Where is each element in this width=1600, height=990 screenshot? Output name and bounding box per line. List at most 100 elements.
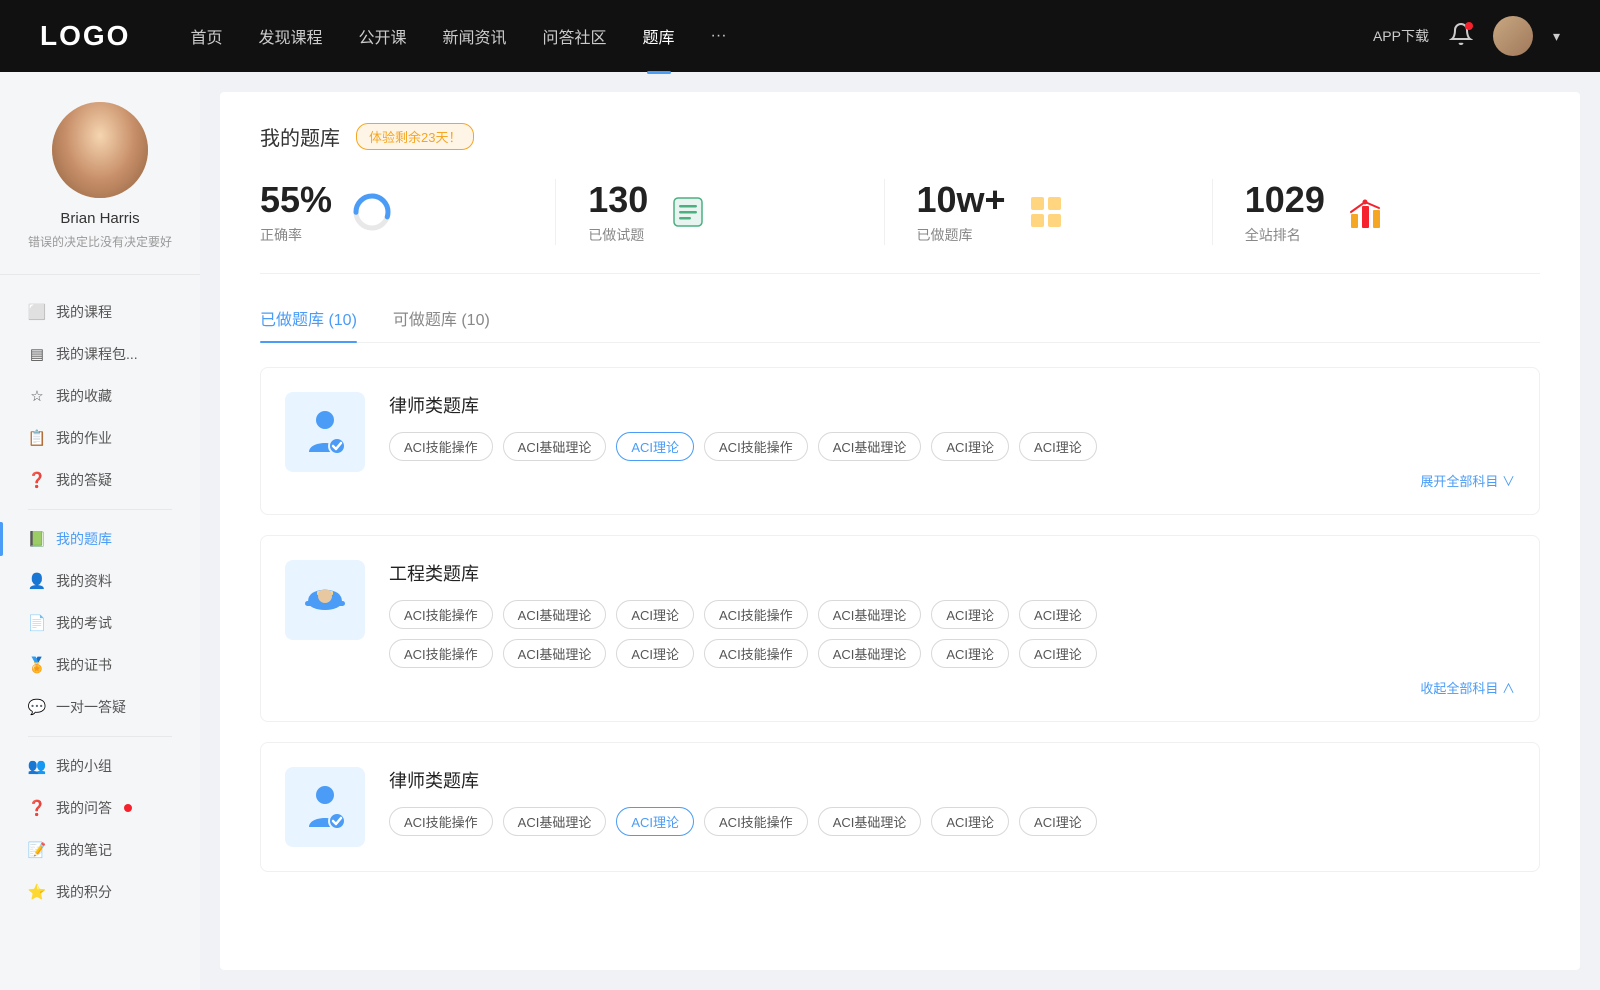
qbank-tag[interactable]: ACI技能操作: [389, 600, 493, 629]
sidebar-item-label: 我的笔记: [56, 840, 112, 860]
stat-banks-value: 10w+: [917, 179, 1006, 221]
sidebar-item-quiz-bank[interactable]: 📗 我的题库: [0, 518, 200, 560]
qbank-expand-lawyer-1[interactable]: 展开全部科目 ∨: [389, 471, 1515, 490]
qbank-tags-lawyer-1: ACI技能操作 ACI基础理论 ACI理论 ACI技能操作 ACI基础理论 AC…: [389, 432, 1515, 461]
sidebar-item-my-points[interactable]: ⭐ 我的积分: [0, 871, 200, 913]
trial-badge: 体验剩余23天！: [356, 123, 474, 150]
qbank-icon-lawyer-1: [285, 392, 365, 472]
qbank-collapse-engineer[interactable]: 收起全部科目 ∧: [389, 678, 1515, 697]
qbank-tag[interactable]: ACI技能操作: [389, 639, 493, 668]
qbank-tag[interactable]: ACI基础理论: [503, 639, 607, 668]
qbank-tag[interactable]: ACI基础理论: [818, 807, 922, 836]
sidebar-divider-2: [28, 736, 172, 737]
sidebar-item-label: 我的证书: [56, 655, 112, 675]
qbank-tag[interactable]: ACI理论: [931, 639, 1009, 668]
sidebar-item-certificate[interactable]: 🏅 我的证书: [0, 644, 200, 686]
stat-accuracy: 55% 正确率: [260, 179, 556, 245]
user-menu-chevron[interactable]: ▾: [1553, 28, 1560, 45]
sidebar-item-favorites[interactable]: ☆ 我的收藏: [0, 375, 200, 417]
sidebar-item-exam[interactable]: 📄 我的考试: [0, 602, 200, 644]
sidebar-item-my-profile[interactable]: 👤 我的资料: [0, 560, 200, 602]
app-download-button[interactable]: APP下载: [1373, 26, 1429, 46]
sidebar-item-one-on-one[interactable]: 💬 一对一答疑: [0, 686, 200, 728]
page-header: 我的题库 体验剩余23天！: [260, 122, 1540, 151]
qbank-tag[interactable]: ACI基础理论: [503, 807, 607, 836]
stat-accuracy-value: 55%: [260, 179, 332, 221]
sidebar-item-my-questions[interactable]: ❓ 我的问答: [0, 787, 200, 829]
qbank-tag[interactable]: ACI基础理论: [503, 600, 607, 629]
qbank-tag[interactable]: ACI理论: [931, 600, 1009, 629]
qbank-tag[interactable]: ACI理论: [616, 639, 694, 668]
sidebar-item-label: 我的作业: [56, 428, 112, 448]
stat-banks-label: 已做题库: [917, 225, 1006, 245]
user-avatar[interactable]: [1493, 16, 1533, 56]
nav-open-course[interactable]: 公开课: [358, 24, 406, 48]
qbank-tag[interactable]: ACI技能操作: [389, 807, 493, 836]
nav-discover[interactable]: 发现课程: [258, 24, 322, 48]
sidebar-item-my-courses[interactable]: ⬜ 我的课程: [0, 291, 200, 333]
stat-banks-icon: [1022, 188, 1070, 236]
nav-home[interactable]: 首页: [190, 24, 222, 48]
qbank-card-lawyer-1: 律师类题库 ACI技能操作 ACI基础理论 ACI理论 ACI技能操作 ACI基…: [260, 367, 1540, 515]
qbank-tag[interactable]: ACI理论: [1019, 639, 1097, 668]
nav-qa[interactable]: 问答社区: [543, 24, 607, 48]
qbank-body-lawyer-2: 律师类题库 ACI技能操作 ACI基础理论 ACI理论 ACI技能操作 ACI基…: [389, 767, 1515, 846]
qbank-tag[interactable]: ACI理论: [1019, 807, 1097, 836]
courses-icon: ⬜: [28, 303, 46, 321]
sidebar-item-label: 我的题库: [56, 529, 112, 549]
sidebar-item-label: 我的收藏: [56, 386, 112, 406]
qbank-tags-engineer-row1: ACI技能操作 ACI基础理论 ACI理论 ACI技能操作 ACI基础理论 AC…: [389, 600, 1515, 629]
sidebar-item-label: 我的课程: [56, 302, 112, 322]
nav-news[interactable]: 新闻资讯: [443, 24, 507, 48]
notification-dot: [1465, 22, 1473, 30]
qbank-title-lawyer-2: 律师类题库: [389, 767, 1515, 793]
tab-done-banks[interactable]: 已做题库 (10): [260, 306, 357, 342]
qbank-tag[interactable]: ACI理论: [931, 432, 1009, 461]
qbank-tag[interactable]: ACI技能操作: [704, 807, 808, 836]
sidebar-item-course-package[interactable]: ▤ 我的课程包...: [0, 333, 200, 375]
star-icon: ☆: [28, 387, 46, 405]
qbank-tag[interactable]: ACI理论: [1019, 600, 1097, 629]
qbank-tag[interactable]: ACI技能操作: [704, 432, 808, 461]
stat-banks-done: 10w+ 已做题库: [885, 179, 1213, 245]
nav-more[interactable]: ···: [711, 27, 727, 45]
sidebar: Brian Harris 错误的决定比没有决定要好 ⬜ 我的课程 ▤ 我的课程包…: [0, 72, 200, 990]
qbank-tag-active[interactable]: ACI理论: [616, 807, 694, 836]
stat-rank-value-wrap: 1029 全站排名: [1245, 179, 1325, 245]
stat-rank-label: 全站排名: [1245, 225, 1325, 245]
qbank-tag[interactable]: ACI基础理论: [818, 432, 922, 461]
sidebar-item-qa[interactable]: ❓ 我的答疑: [0, 459, 200, 501]
page-title: 我的题库: [260, 122, 340, 151]
sidebar-item-my-group[interactable]: 👥 我的小组: [0, 745, 200, 787]
stat-questions-value: 130: [588, 179, 648, 221]
stat-questions-done: 130 已做试题: [556, 179, 884, 245]
stat-accuracy-icon: [348, 188, 396, 236]
quiz-bank-icon: 📗: [28, 530, 46, 548]
qbank-tag[interactable]: ACI技能操作: [704, 639, 808, 668]
nav-quiz[interactable]: 题库: [643, 24, 675, 48]
qbank-tag[interactable]: ACI基础理论: [818, 639, 922, 668]
stat-banks-value-wrap: 10w+ 已做题库: [917, 179, 1006, 245]
stat-rank-value: 1029: [1245, 179, 1325, 221]
navbar-right: APP下载 ▾: [1373, 16, 1560, 56]
stat-questions-label: 已做试题: [588, 225, 648, 245]
qbank-tag-active[interactable]: ACI理论: [616, 432, 694, 461]
qbank-tag[interactable]: ACI技能操作: [704, 600, 808, 629]
qbank-icon-engineer: [285, 560, 365, 640]
sidebar-item-label: 我的资料: [56, 571, 112, 591]
qbank-tag[interactable]: ACI理论: [931, 807, 1009, 836]
qbank-tag[interactable]: ACI理论: [1019, 432, 1097, 461]
sidebar-item-homework[interactable]: 📋 我的作业: [0, 417, 200, 459]
stat-questions-value-wrap: 130 已做试题: [588, 179, 648, 245]
sidebar-avatar: [52, 102, 148, 198]
tabs-row: 已做题库 (10) 可做题库 (10): [260, 306, 1540, 343]
sidebar-item-label: 我的小组: [56, 756, 112, 776]
notification-bell[interactable]: [1449, 22, 1473, 51]
qbank-tag[interactable]: ACI基础理论: [503, 432, 607, 461]
qbank-tag[interactable]: ACI基础理论: [818, 600, 922, 629]
stat-accuracy-label: 正确率: [260, 225, 332, 245]
sidebar-item-my-notes[interactable]: 📝 我的笔记: [0, 829, 200, 871]
tab-todo-banks[interactable]: 可做题库 (10): [393, 306, 490, 342]
qbank-tag[interactable]: ACI技能操作: [389, 432, 493, 461]
qbank-tag[interactable]: ACI理论: [616, 600, 694, 629]
